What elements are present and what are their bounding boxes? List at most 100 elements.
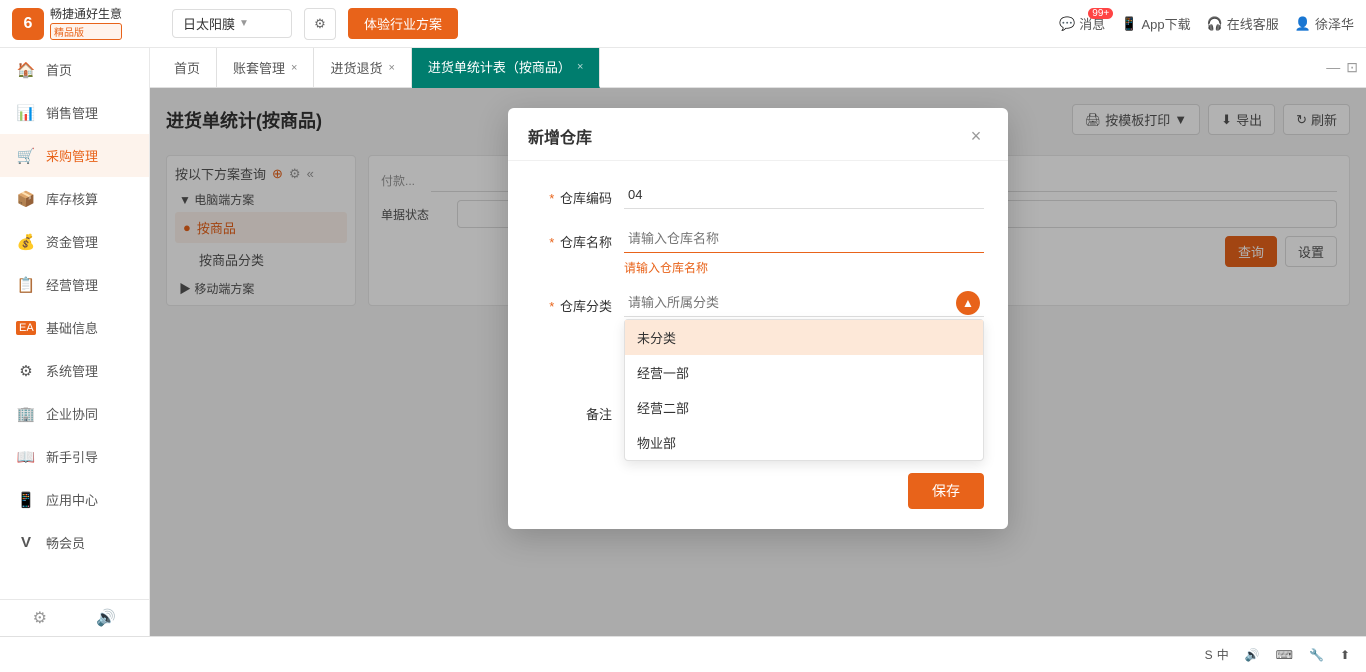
- tab-accounts-label: 账套管理: [233, 58, 285, 77]
- input-method-icon: S: [1205, 648, 1213, 662]
- name-error-msg: 请输入仓库名称: [624, 259, 708, 276]
- app-download-item[interactable]: 📱 App下载: [1121, 14, 1190, 33]
- tab-purchase-stats-close[interactable]: ×: [577, 61, 583, 73]
- main-layout: 🏠 首页 📊 销售管理 🛒 采购管理 📦 库存核算 💰 资金管理 📋 经营管理 …: [0, 48, 1366, 636]
- sidebar-item-purchase[interactable]: 🛒 采购管理: [0, 134, 149, 177]
- trial-button[interactable]: 体验行业方案: [348, 8, 458, 39]
- tab-accounts[interactable]: 账套管理 ×: [217, 48, 314, 88]
- name-label: * 仓库名称: [532, 225, 612, 251]
- input-method-item[interactable]: S 中: [1205, 646, 1229, 663]
- sidebar-label-home: 首页: [46, 60, 72, 79]
- tab-purchase-return-label: 进货退货: [330, 58, 382, 77]
- tab-purchase-return-close[interactable]: ×: [388, 62, 394, 74]
- chevron-down-icon: ▼: [239, 18, 249, 29]
- category-dropdown: 未分类 经营一部 经营二部 物业部: [624, 319, 984, 461]
- sidebar-label-finance: 资金管理: [46, 232, 98, 251]
- dialog-body: * 仓库编码 * 仓库名称 请输入仓库名称: [508, 161, 1008, 461]
- keyboard-item[interactable]: ⌨: [1276, 648, 1293, 662]
- settings-icon-btn[interactable]: ⚙: [304, 8, 336, 40]
- logo-area: 6 畅捷通好生意 精品版: [12, 7, 160, 40]
- upload-icon: ⬆: [1340, 648, 1350, 662]
- guide-icon: 📖: [16, 448, 36, 466]
- dropdown-item-dept2[interactable]: 经营二部: [625, 390, 983, 425]
- sidebar-item-member[interactable]: V 畅会员: [0, 521, 149, 564]
- store-name: 日太阳膜: [183, 14, 235, 33]
- header-right: 💬 消息 99+ 📱 App下载 🎧 在线客服 👤 徐泽华: [1059, 14, 1354, 33]
- sidebar-item-operations[interactable]: 📋 经营管理: [0, 263, 149, 306]
- online-service-item[interactable]: 🎧 在线客服: [1207, 14, 1279, 33]
- sidebar-volume-icon[interactable]: 🔊: [96, 608, 116, 628]
- purchase-icon: 🛒: [16, 147, 36, 165]
- tab-actions: — ⊡: [1326, 59, 1358, 76]
- sidebar-label-system: 系统管理: [46, 361, 98, 380]
- tab-expand-icon[interactable]: ⊡: [1346, 59, 1358, 76]
- notes-label: 备注: [532, 397, 612, 423]
- sidebar-label-member: 畅会员: [46, 533, 85, 552]
- tab-purchase-return[interactable]: 进货退货 ×: [314, 48, 411, 88]
- sidebar-item-inventory[interactable]: 📦 库存核算: [0, 177, 149, 220]
- sound-icon: 🔊: [1245, 648, 1260, 662]
- notification-item[interactable]: 💬 消息 99+: [1059, 14, 1105, 33]
- sidebar-item-finance[interactable]: 💰 资金管理: [0, 220, 149, 263]
- add-warehouse-dialog: 新增仓库 × * 仓库编码: [508, 108, 1008, 529]
- user-icon: 👤: [1295, 16, 1311, 32]
- sidebar-bottom: ⚙ 🔊: [0, 599, 149, 636]
- dropdown-item-dept1[interactable]: 经营一部: [625, 355, 983, 390]
- sidebar-item-guide[interactable]: 📖 新手引导: [0, 435, 149, 478]
- notification-badge: 99+: [1088, 8, 1113, 19]
- tab-home-label: 首页: [174, 58, 200, 77]
- sidebar-settings-icon[interactable]: ⚙: [33, 608, 47, 628]
- tab-minimize-icon[interactable]: —: [1326, 59, 1340, 76]
- category-toggle-btn[interactable]: ▲: [956, 291, 980, 315]
- message-icon: 💬: [1059, 16, 1075, 32]
- sidebar-item-basic-info[interactable]: EA 基础信息: [0, 306, 149, 349]
- dropdown-item-property[interactable]: 物业部: [625, 425, 983, 460]
- tab-purchase-stats[interactable]: 进货单统计表（按商品） ×: [412, 48, 600, 88]
- save-button[interactable]: 保存: [908, 473, 984, 509]
- form-row-name: * 仓库名称 请输入仓库名称: [532, 225, 984, 273]
- user-item[interactable]: 👤 徐泽华: [1295, 14, 1354, 33]
- sidebar-item-sales[interactable]: 📊 销售管理: [0, 91, 149, 134]
- basic-info-icon: EA: [16, 321, 36, 335]
- dialog-header: 新增仓库 ×: [508, 108, 1008, 161]
- category-input-wrapper: ▲: [624, 289, 984, 317]
- sidebar-label-operations: 经营管理: [46, 275, 98, 294]
- page-content: 进货单统计(按商品) 🖨 按模板打印 ▼ ⬇ 导出 ↻ 刷新: [150, 88, 1366, 636]
- app-center-icon: 📱: [16, 491, 36, 509]
- app-download-label: App下载: [1141, 14, 1190, 33]
- finance-icon: 💰: [16, 233, 36, 251]
- sidebar: 🏠 首页 📊 销售管理 🛒 采购管理 📦 库存核算 💰 资金管理 📋 经营管理 …: [0, 48, 150, 636]
- headset-icon: 🎧: [1207, 16, 1223, 32]
- name-input[interactable]: [624, 225, 984, 253]
- store-selector[interactable]: 日太阳膜 ▼: [172, 9, 292, 38]
- sidebar-item-app-center[interactable]: 📱 应用中心: [0, 478, 149, 521]
- sound-item[interactable]: 🔊: [1245, 648, 1260, 662]
- sidebar-item-enterprise[interactable]: 🏢 企业协同: [0, 392, 149, 435]
- dialog-footer: 保存: [508, 461, 1008, 529]
- gear-icon: ⚙: [314, 16, 326, 32]
- online-service-label: 在线客服: [1227, 14, 1279, 33]
- sidebar-item-home[interactable]: 🏠 首页: [0, 48, 149, 91]
- upload-item[interactable]: ⬆: [1340, 648, 1350, 662]
- code-label: * 仓库编码: [532, 181, 612, 207]
- tab-purchase-stats-label: 进货单统计表（按商品）: [428, 57, 571, 76]
- tab-home[interactable]: 首页: [158, 48, 217, 88]
- enterprise-icon: 🏢: [16, 405, 36, 423]
- sidebar-label-guide: 新手引导: [46, 447, 98, 466]
- tab-accounts-close[interactable]: ×: [291, 62, 297, 74]
- code-input[interactable]: [624, 181, 984, 209]
- dropdown-item-uncategorized[interactable]: 未分类: [625, 320, 983, 355]
- home-icon: 🏠: [16, 61, 36, 79]
- wrench-item[interactable]: 🔧: [1309, 648, 1324, 662]
- category-label: * 仓库分类: [532, 289, 612, 315]
- category-input[interactable]: [624, 289, 984, 317]
- sidebar-label-enterprise: 企业协同: [46, 404, 98, 423]
- tab-bar: 首页 账套管理 × 进货退货 × 进货单统计表（按商品） × — ⊡: [150, 48, 1366, 88]
- dialog-close-button[interactable]: ×: [964, 124, 988, 148]
- operations-icon: 📋: [16, 276, 36, 294]
- sidebar-label-sales: 销售管理: [46, 103, 98, 122]
- app-name: 畅捷通好生意: [50, 7, 122, 23]
- sidebar-item-system[interactable]: ⚙ 系统管理: [0, 349, 149, 392]
- system-icon: ⚙: [16, 362, 36, 380]
- wrench-icon: 🔧: [1309, 648, 1324, 662]
